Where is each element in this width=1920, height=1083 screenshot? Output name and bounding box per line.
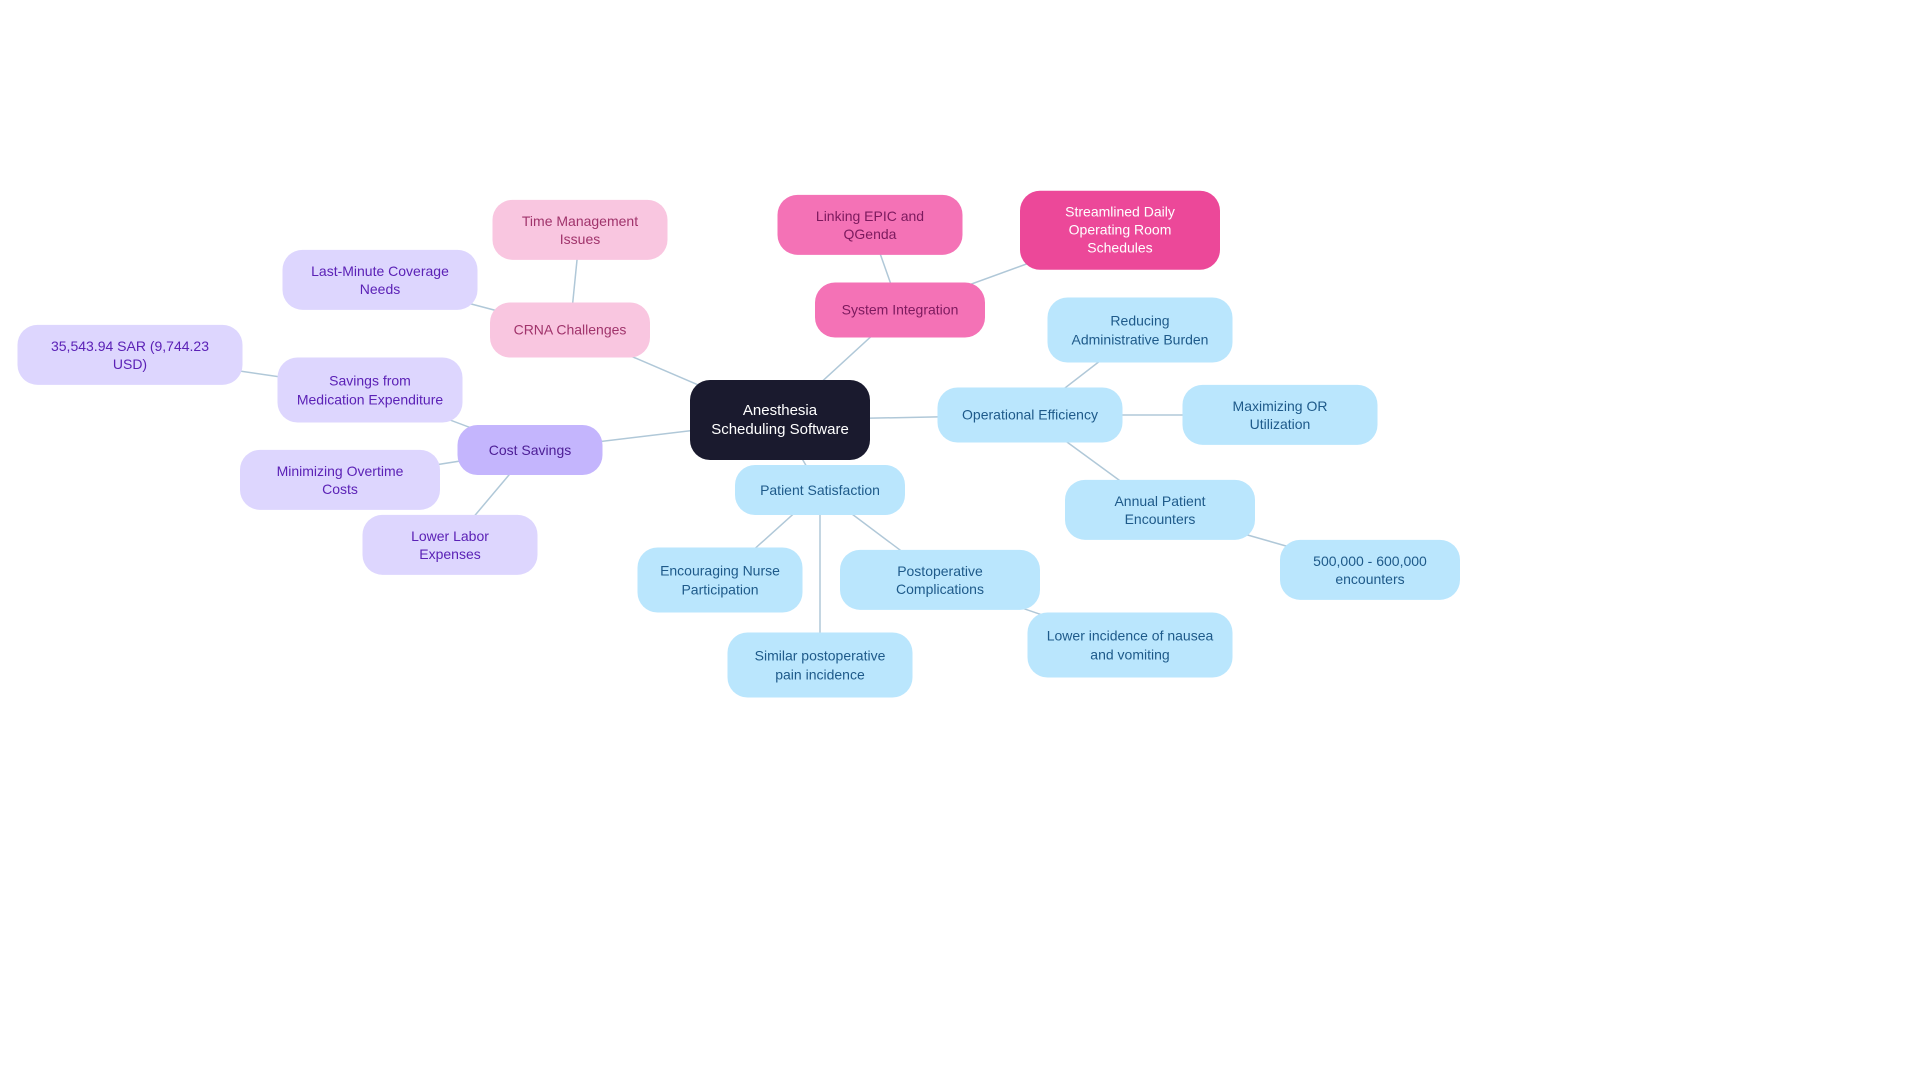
node-crna-challenges[interactable]: CRNA Challenges [490, 303, 650, 358]
node-postoperative-complications[interactable]: Postoperative Complications [840, 550, 1040, 610]
connections-svg [0, 0, 1920, 1083]
mindmap-container: Anesthesia Scheduling Software CRNA Chall… [0, 0, 1920, 1083]
node-operational-efficiency[interactable]: Operational Efficiency [938, 388, 1123, 443]
node-encouraging-nurse[interactable]: Encouraging Nurse Participation [638, 548, 803, 613]
node-minimizing-overtime[interactable]: Minimizing Overtime Costs [240, 450, 440, 510]
node-cost-savings[interactable]: Cost Savings [458, 425, 603, 475]
node-patient-satisfaction[interactable]: Patient Satisfaction [735, 465, 905, 515]
node-lower-nausea[interactable]: Lower incidence of nausea and vomiting [1028, 613, 1233, 678]
node-annual-patient[interactable]: Annual Patient Encounters [1065, 480, 1255, 540]
center-node[interactable]: Anesthesia Scheduling Software [690, 380, 870, 460]
node-lower-labor[interactable]: Lower Labor Expenses [363, 515, 538, 575]
node-encounters-count[interactable]: 500,000 - 600,000 encounters [1280, 540, 1460, 600]
node-linking-epic[interactable]: Linking EPIC and QGenda [778, 195, 963, 255]
node-last-minute[interactable]: Last-Minute Coverage Needs [283, 250, 478, 310]
node-savings-medication[interactable]: Savings from Medication Expenditure [278, 358, 463, 423]
node-reducing-admin[interactable]: Reducing Administrative Burden [1048, 298, 1233, 363]
node-streamlined-or[interactable]: Streamlined Daily Operating Room Schedul… [1020, 191, 1220, 270]
node-similar-pain[interactable]: Similar postoperative pain incidence [728, 633, 913, 698]
node-maximizing-or[interactable]: Maximizing OR Utilization [1183, 385, 1378, 445]
node-sar-value[interactable]: 35,543.94 SAR (9,744.23 USD) [18, 325, 243, 385]
node-system-integration[interactable]: System Integration [815, 283, 985, 338]
node-time-management[interactable]: Time Management Issues [493, 200, 668, 260]
